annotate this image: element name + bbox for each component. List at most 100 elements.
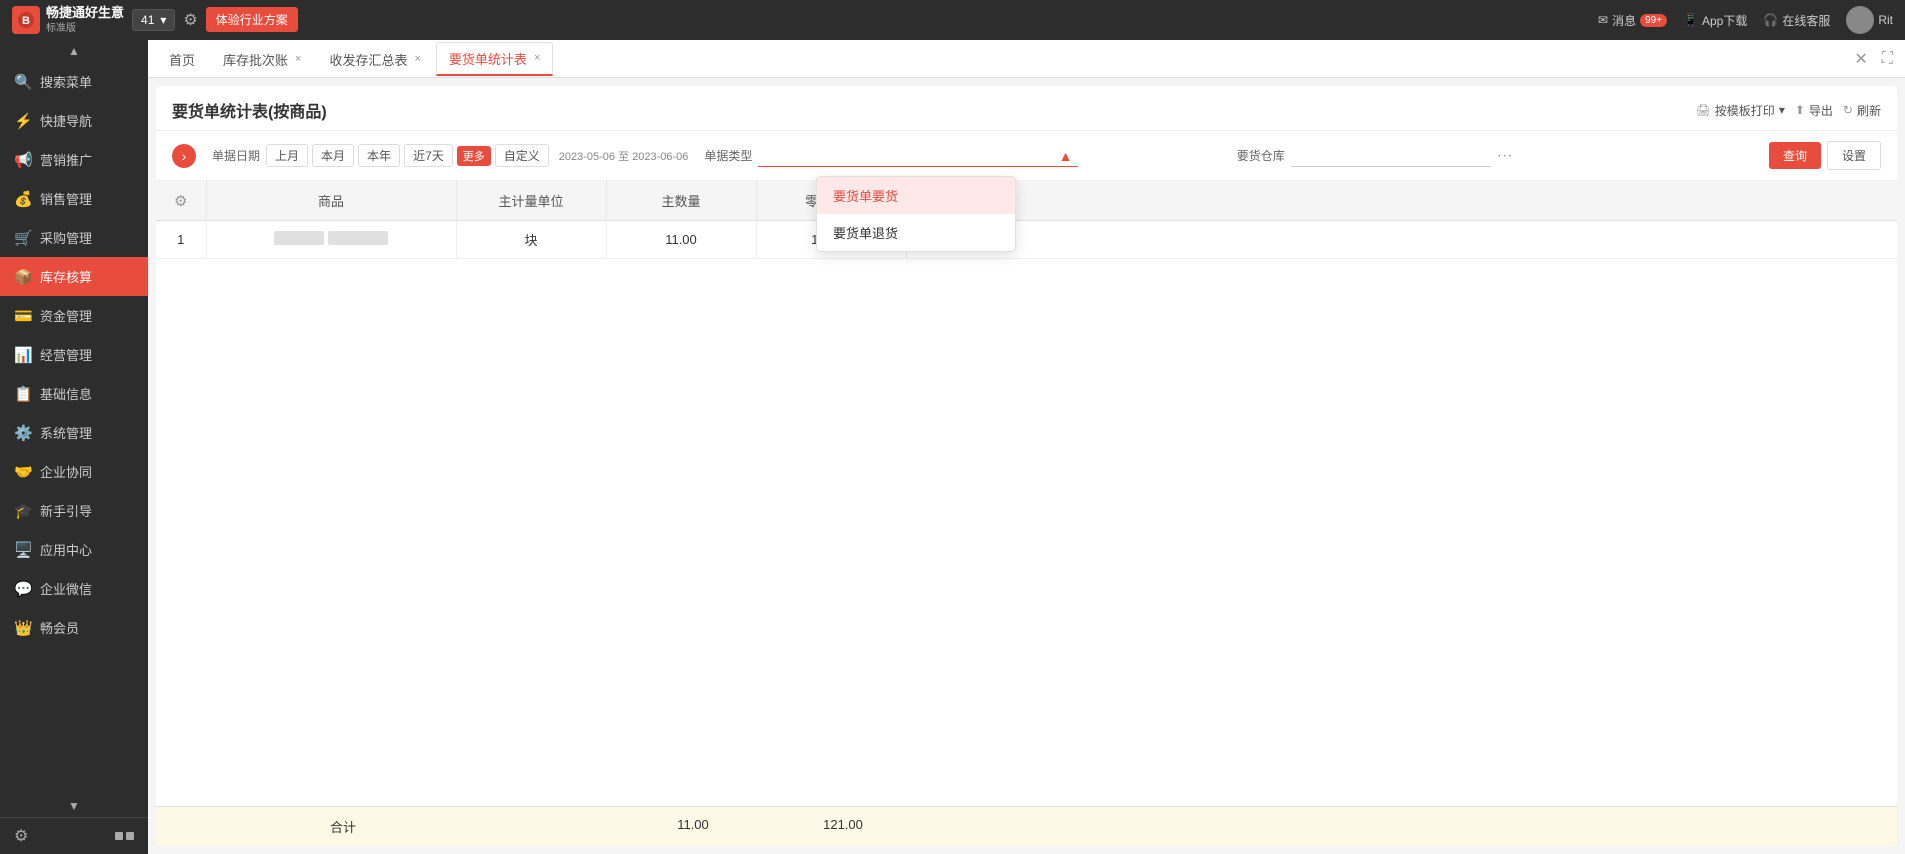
product-placeholder-1 (274, 231, 324, 245)
industry-button[interactable]: 体验行业方案 (206, 7, 298, 32)
user-name: Rit (1878, 13, 1893, 27)
sidebar-label-finance: 资金管理 (40, 306, 92, 325)
sidebar-label-system: 系统管理 (40, 423, 92, 442)
filter-settings-button[interactable]: 设置 (1827, 141, 1881, 170)
date-btn-last-month[interactable]: 上月 (266, 144, 308, 167)
tab-inventory-batch-close[interactable]: × (295, 53, 301, 65)
th-quantity: 主数量 (606, 181, 756, 221)
sidebar-item-membership[interactable]: 👑 畅会员 (0, 608, 148, 647)
sidebar-item-finance[interactable]: 💳 资金管理 (0, 296, 148, 335)
sidebar-item-sales[interactable]: 💰 销售管理 (0, 179, 148, 218)
tab-close-all-icon[interactable]: ✕ (1850, 47, 1871, 71)
dropdown-item-requisition[interactable]: 要货单要货 (817, 177, 1015, 214)
td-unit: 块 (456, 221, 606, 259)
tab-home[interactable]: 首页 (156, 43, 208, 75)
sidebar-item-quick-nav[interactable]: ⚡ 快捷导航 (0, 101, 148, 140)
sidebar-item-operations[interactable]: 📊 经营管理 (0, 335, 148, 374)
sidebar-scroll-up[interactable]: ▲ (0, 40, 148, 62)
sidebar-item-basic[interactable]: 📋 基础信息 (0, 374, 148, 413)
online-service-action[interactable]: 🎧 在线客服 (1763, 12, 1830, 29)
finance-icon: 💳 (14, 307, 32, 325)
operations-icon: 📊 (14, 346, 32, 364)
sidebar-label-guide: 新手引导 (40, 501, 92, 520)
filter-bar: › 单据日期 上月 本月 本年 近7天 更多 自定义 2023-05-06 至 … (156, 131, 1897, 181)
date-options: 上月 本月 本年 近7天 更多 自定义 (266, 144, 549, 167)
tab-receivable-summary[interactable]: 收发存汇总表 × (316, 43, 433, 75)
warehouse-input[interactable] (1291, 144, 1491, 167)
system-icon: ⚙️ (14, 424, 32, 442)
membership-icon: 👑 (14, 619, 32, 637)
tab-receivable-summary-label: 收发存汇总表 (329, 50, 407, 69)
guide-icon: 🎓 (14, 502, 32, 520)
warehouse-label: 要货仓库 (1237, 147, 1285, 164)
date-btn-7days[interactable]: 近7天 (404, 144, 453, 167)
tab-expand-icon[interactable]: ⛶ (1878, 48, 1897, 70)
td-extra (906, 221, 1897, 259)
tab-bar-actions: ✕ ⛶ (1850, 47, 1897, 71)
tab-inventory-batch[interactable]: 库存批次账 × (210, 43, 314, 75)
tab-inventory-batch-label: 库存批次账 (223, 50, 288, 69)
sidebar-item-marketing[interactable]: 📢 营销推广 (0, 140, 148, 179)
app-name: 畅捷通好生意 (46, 5, 124, 22)
footer-spacer-1 (168, 817, 218, 836)
sidebar-item-enterprise[interactable]: 🤝 企业协同 (0, 452, 148, 491)
app-download-action[interactable]: 📱 App下载 (1683, 12, 1747, 29)
date-more-badge[interactable]: 更多 (457, 146, 491, 166)
page-content: 要货单统计表(按商品) 🖨 按模板打印 ▾ ⬆ 导出 ↻ 刷新 (156, 86, 1897, 846)
headset-icon: 🎧 (1763, 13, 1778, 27)
sidebar-toggle[interactable] (115, 832, 134, 840)
filter-more-icon[interactable]: ··· (1497, 147, 1513, 165)
sidebar-label-quick-nav: 快捷导航 (40, 111, 92, 130)
sidebar-scroll-down[interactable]: ▼ (0, 795, 148, 817)
sidebar-item-system[interactable]: ⚙️ 系统管理 (0, 413, 148, 452)
type-select-arrow[interactable]: ▲ (1059, 148, 1073, 164)
sidebar-item-wechat[interactable]: 💬 企业微信 (0, 569, 148, 608)
date-btn-this-month[interactable]: 本月 (312, 144, 354, 167)
header-right: ✉ 消息 99+ 📱 App下载 🎧 在线客服 Rit (1598, 6, 1893, 34)
sidebar-item-purchase[interactable]: 🛒 采购管理 (0, 218, 148, 257)
th-gear[interactable]: ⚙ (156, 181, 206, 221)
app-download-label: App下载 (1702, 12, 1747, 29)
print-action[interactable]: 🖨 按模板打印 ▾ (1696, 102, 1785, 119)
sidebar-item-search[interactable]: 🔍 搜索菜单 (0, 62, 148, 101)
tab-order-summary[interactable]: 要货单统计表 × (436, 42, 553, 76)
sidebar-item-inventory[interactable]: 📦 库存核算 (0, 257, 148, 296)
refresh-action[interactable]: ↻ 刷新 (1843, 102, 1881, 119)
sales-icon: 💰 (14, 190, 32, 208)
tab-home-label: 首页 (169, 50, 195, 69)
query-button[interactable]: 查询 (1769, 142, 1821, 169)
sidebar-label-inventory: 库存核算 (40, 267, 92, 286)
sidebar-label-operations: 经营管理 (40, 345, 92, 364)
app-sub: 标准版 (46, 22, 124, 35)
date-btn-this-year[interactable]: 本年 (358, 144, 400, 167)
settings-gear-icon[interactable]: ⚙ (183, 10, 197, 30)
table-row: 1 块 11.00 121.00 (156, 221, 1897, 259)
message-icon: ✉ (1598, 13, 1608, 27)
type-select-input[interactable] (758, 144, 1078, 167)
app-center-icon: 🖥️ (14, 541, 32, 559)
filter-expand-button[interactable]: › (172, 144, 196, 168)
th-product: 商品 (206, 181, 456, 221)
export-action[interactable]: ⬆ 导出 (1795, 102, 1833, 119)
th-unit: 主计量单位 (456, 181, 606, 221)
user-avatar-action[interactable]: Rit (1846, 6, 1893, 34)
settings-bottom-icon[interactable]: ⚙ (14, 826, 28, 846)
dropdown-item-return[interactable]: 要货单退货 (817, 214, 1015, 251)
export-icon: ⬆ (1795, 103, 1805, 117)
wechat-icon: 💬 (14, 580, 32, 598)
marketing-icon: 📢 (14, 151, 32, 169)
th-extra (906, 181, 1897, 221)
footer-cells: 合计 11.00 121.00 (168, 817, 1885, 836)
sidebar-label-sales: 销售管理 (40, 189, 92, 208)
tab-receivable-summary-close[interactable]: × (414, 53, 420, 65)
sidebar-item-guide[interactable]: 🎓 新手引导 (0, 491, 148, 530)
messages-label: 消息 (1612, 12, 1636, 29)
messages-action[interactable]: ✉ 消息 99+ (1598, 12, 1667, 29)
date-btn-custom[interactable]: 自定义 (495, 144, 549, 167)
company-selector[interactable]: 41 ▾ (132, 9, 175, 31)
tab-order-summary-close[interactable]: × (534, 52, 540, 64)
type-label: 单据类型 (704, 147, 752, 164)
gear-icon[interactable]: ⚙ (174, 193, 187, 210)
sidebar-item-app-center[interactable]: 🖥️ 应用中心 (0, 530, 148, 569)
date-filter-group: 单据日期 上月 本月 本年 近7天 更多 自定义 2023-05-06 至 20… (212, 144, 688, 167)
